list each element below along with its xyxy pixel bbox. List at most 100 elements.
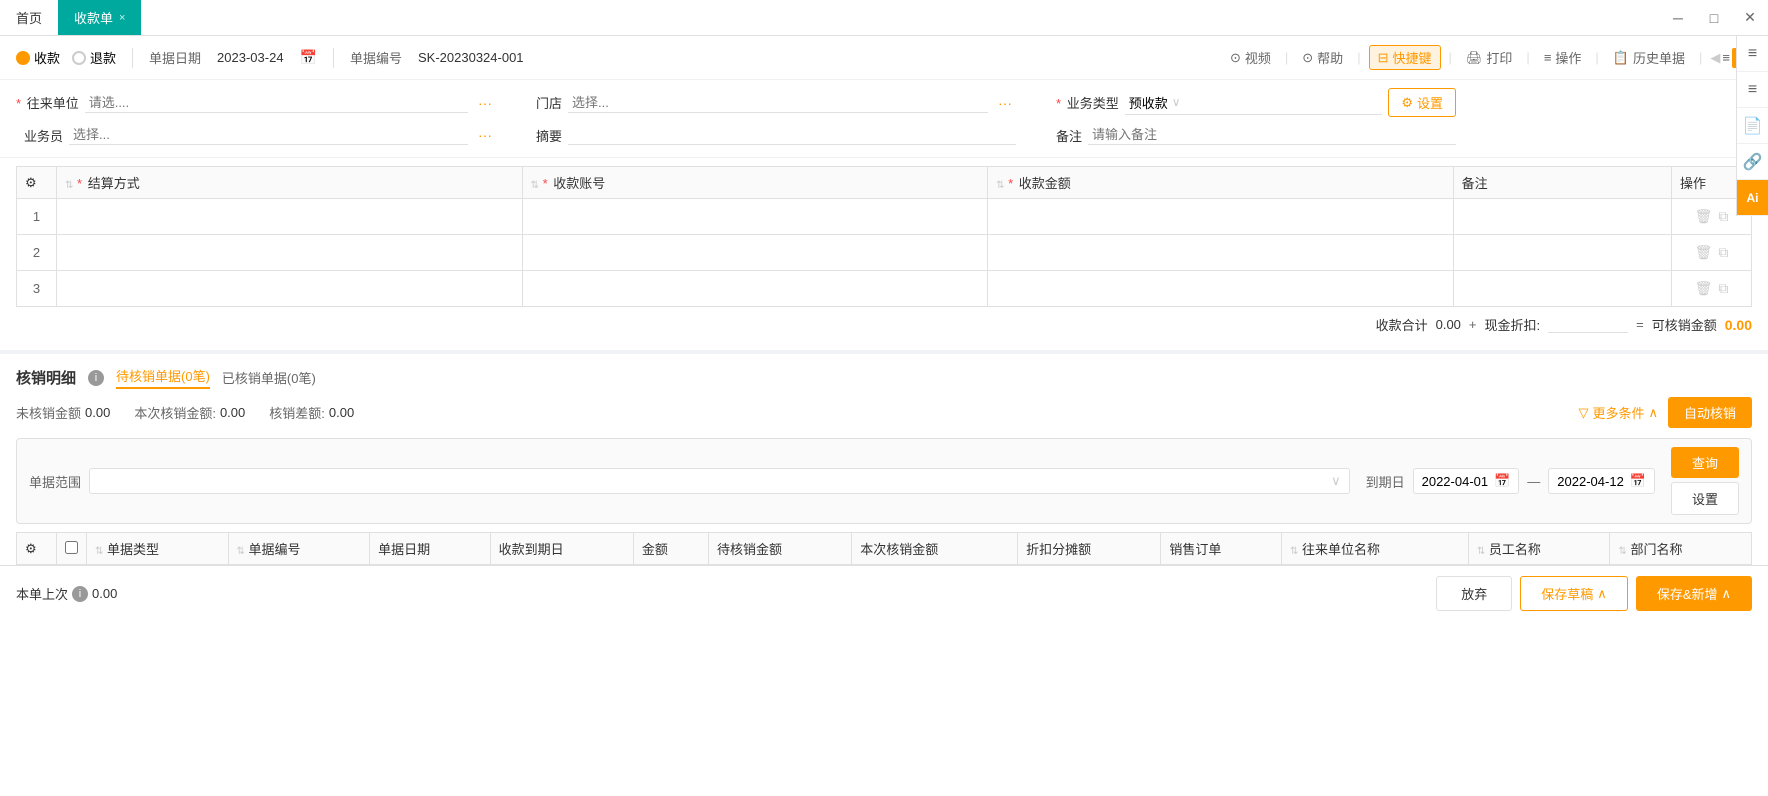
verify-tab-done[interactable]: 已核销单据(0笔): [222, 368, 316, 387]
amount-cell-1[interactable]: [988, 199, 1454, 235]
diff-value: 0.00: [329, 405, 354, 420]
business-type-value: 预收款: [1129, 93, 1168, 112]
footer: 本单上次 i 0.00 放弃 保存草稿 ∧ 保存&新增 ∧: [0, 565, 1768, 621]
more-conditions-button[interactable]: ▽ 更多条件 ∧: [1578, 403, 1658, 422]
counterpart-input[interactable]: [85, 93, 468, 113]
history-button[interactable]: 📋 历史单据: [1607, 46, 1691, 69]
th-settings[interactable]: ⚙: [17, 167, 57, 199]
calendar-icon[interactable]: 📅: [300, 49, 317, 66]
maximize-button[interactable]: □: [1696, 0, 1732, 36]
sidebar-attachment-icon[interactable]: 🔗: [1737, 144, 1768, 180]
store-more-button[interactable]: ···: [994, 95, 1016, 111]
select-all-checkbox[interactable]: [65, 541, 78, 554]
business-type-select[interactable]: 预收款 ∨: [1125, 91, 1383, 115]
print-button[interactable]: 🖨 打印: [1460, 46, 1519, 69]
remark-label: 备注: [1056, 126, 1082, 145]
bth-dept: ⇅ 部门名称: [1610, 533, 1752, 565]
actions-button[interactable]: ≡ 操作: [1538, 46, 1588, 69]
remark-input[interactable]: [1088, 125, 1456, 145]
help-button[interactable]: ⊙ 帮助: [1296, 46, 1349, 69]
business-type-label: * 业务类型: [1056, 93, 1119, 112]
sidebar-ai-icon[interactable]: Ai: [1737, 180, 1768, 216]
verify-title: 核销明细: [16, 367, 76, 388]
print-icon: 🖨: [1466, 50, 1483, 66]
amount-cell-2[interactable]: [988, 235, 1454, 271]
tab-home[interactable]: 首页: [0, 0, 58, 35]
required-star2: *: [1056, 96, 1061, 111]
plus-sign: +: [1469, 317, 1477, 332]
arrow-left-icon: ◀: [1710, 50, 1720, 66]
actions-label: 操作: [1555, 48, 1581, 67]
unverified-label: 未核销金额: [16, 403, 81, 422]
bth-this-time: 本次核销金额: [852, 533, 1018, 565]
counterpart-more-button[interactable]: ···: [474, 95, 496, 111]
row-num-3: 3: [17, 271, 57, 307]
salesperson-input[interactable]: [69, 125, 468, 145]
footer-info-icon[interactable]: i: [72, 586, 88, 602]
shortcut-icon: ⊟: [1378, 50, 1389, 66]
discount-input[interactable]: [1548, 317, 1628, 333]
th-remark: 备注: [1453, 167, 1671, 199]
account-cell-1[interactable]: [522, 199, 988, 235]
save-new-label: 保存&新增: [1657, 584, 1718, 603]
radio-refund[interactable]: 退款: [72, 48, 116, 67]
tab-receipt[interactable]: 收款单 ×: [58, 0, 141, 35]
account-cell-2[interactable]: [522, 235, 988, 271]
close-tab-icon[interactable]: ×: [119, 12, 125, 24]
unverified-stat: 未核销金额 0.00: [16, 403, 110, 422]
range-label: 单据范围: [29, 472, 81, 491]
copy-icon-2[interactable]: ⧉: [1718, 244, 1728, 261]
bth-type: ⇅ 单据类型: [87, 533, 229, 565]
close-window-button[interactable]: ✕: [1732, 0, 1768, 36]
form-row-2: 业务员 ··· 摘要 备注: [16, 125, 1752, 145]
video-button[interactable]: ⊙ 视频: [1224, 46, 1277, 69]
range-select[interactable]: ∨: [89, 468, 1350, 494]
sidebar-doc-icon[interactable]: 📄: [1737, 108, 1768, 144]
shortcut-button[interactable]: ⊟ 快捷键: [1369, 45, 1441, 70]
minimize-button[interactable]: ─: [1660, 0, 1696, 36]
query-button[interactable]: 查询: [1671, 447, 1739, 478]
copy-icon-3[interactable]: ⧉: [1718, 280, 1728, 297]
settlement-cell-1[interactable]: [57, 199, 523, 235]
delete-icon-2[interactable]: 🗑: [1695, 244, 1713, 261]
date-to-input[interactable]: 2022-04-12 📅: [1548, 468, 1655, 494]
sidebar-list-icon[interactable]: ≡: [1737, 72, 1768, 108]
settlement-cell-2[interactable]: [57, 235, 523, 271]
bth-amount: 金额: [633, 533, 708, 565]
radio-income[interactable]: 收款: [16, 48, 60, 67]
table-row: 2 🗑 ⧉: [17, 235, 1752, 271]
right-sidebar: ≡ ≡ 📄 🔗 Ai: [1736, 36, 1768, 216]
delete-icon-1[interactable]: 🗑: [1695, 208, 1713, 225]
save-draft-button[interactable]: 保存草稿 ∧: [1520, 576, 1628, 611]
copy-icon-1[interactable]: ⧉: [1718, 208, 1728, 225]
shortcut-label: 快捷键: [1392, 48, 1431, 67]
remark-cell-3[interactable]: [1453, 271, 1671, 307]
account-cell-3[interactable]: [522, 271, 988, 307]
settlement-cell-3[interactable]: [57, 271, 523, 307]
auto-verify-button[interactable]: 自动核销: [1668, 397, 1752, 428]
verify-tab-pending[interactable]: 待核销单据(0笔): [116, 366, 210, 389]
bth-settings[interactable]: ⚙: [17, 533, 57, 565]
store-input[interactable]: [568, 93, 988, 113]
remark-cell-2[interactable]: [1453, 235, 1671, 271]
amount-cell-3[interactable]: [988, 271, 1454, 307]
filter-settings-button[interactable]: 设置: [1671, 482, 1739, 515]
verify-info-icon[interactable]: i: [88, 370, 104, 386]
discount-label: 现金折扣:: [1485, 315, 1541, 334]
radio-income-dot: [16, 51, 30, 65]
date-from-input[interactable]: 2022-04-01 📅: [1413, 468, 1520, 494]
sidebar-table-icon[interactable]: ≡: [1737, 36, 1768, 72]
footer-info: 本单上次 i 0.00: [16, 584, 117, 603]
help-icon: ⊙: [1302, 50, 1313, 66]
bth-checkbox[interactable]: [57, 533, 87, 565]
save-new-button[interactable]: 保存&新增 ∧: [1636, 576, 1752, 611]
salesperson-more-button[interactable]: ···: [474, 127, 496, 143]
form-settings-button[interactable]: ⚙ 设置: [1388, 88, 1456, 117]
delete-icon-3[interactable]: 🗑: [1695, 280, 1713, 297]
remark-cell-1[interactable]: [1453, 199, 1671, 235]
this-time-stat: 本次核销金额: 0.00: [134, 403, 245, 422]
verify-table: ⚙ ⇅ 单据类型 ⇅ 单据编号 单据日期 收款到期日: [16, 532, 1752, 565]
summary-input[interactable]: [568, 125, 1016, 145]
row-num-1: 1: [17, 199, 57, 235]
abandon-button[interactable]: 放弃: [1436, 576, 1512, 611]
